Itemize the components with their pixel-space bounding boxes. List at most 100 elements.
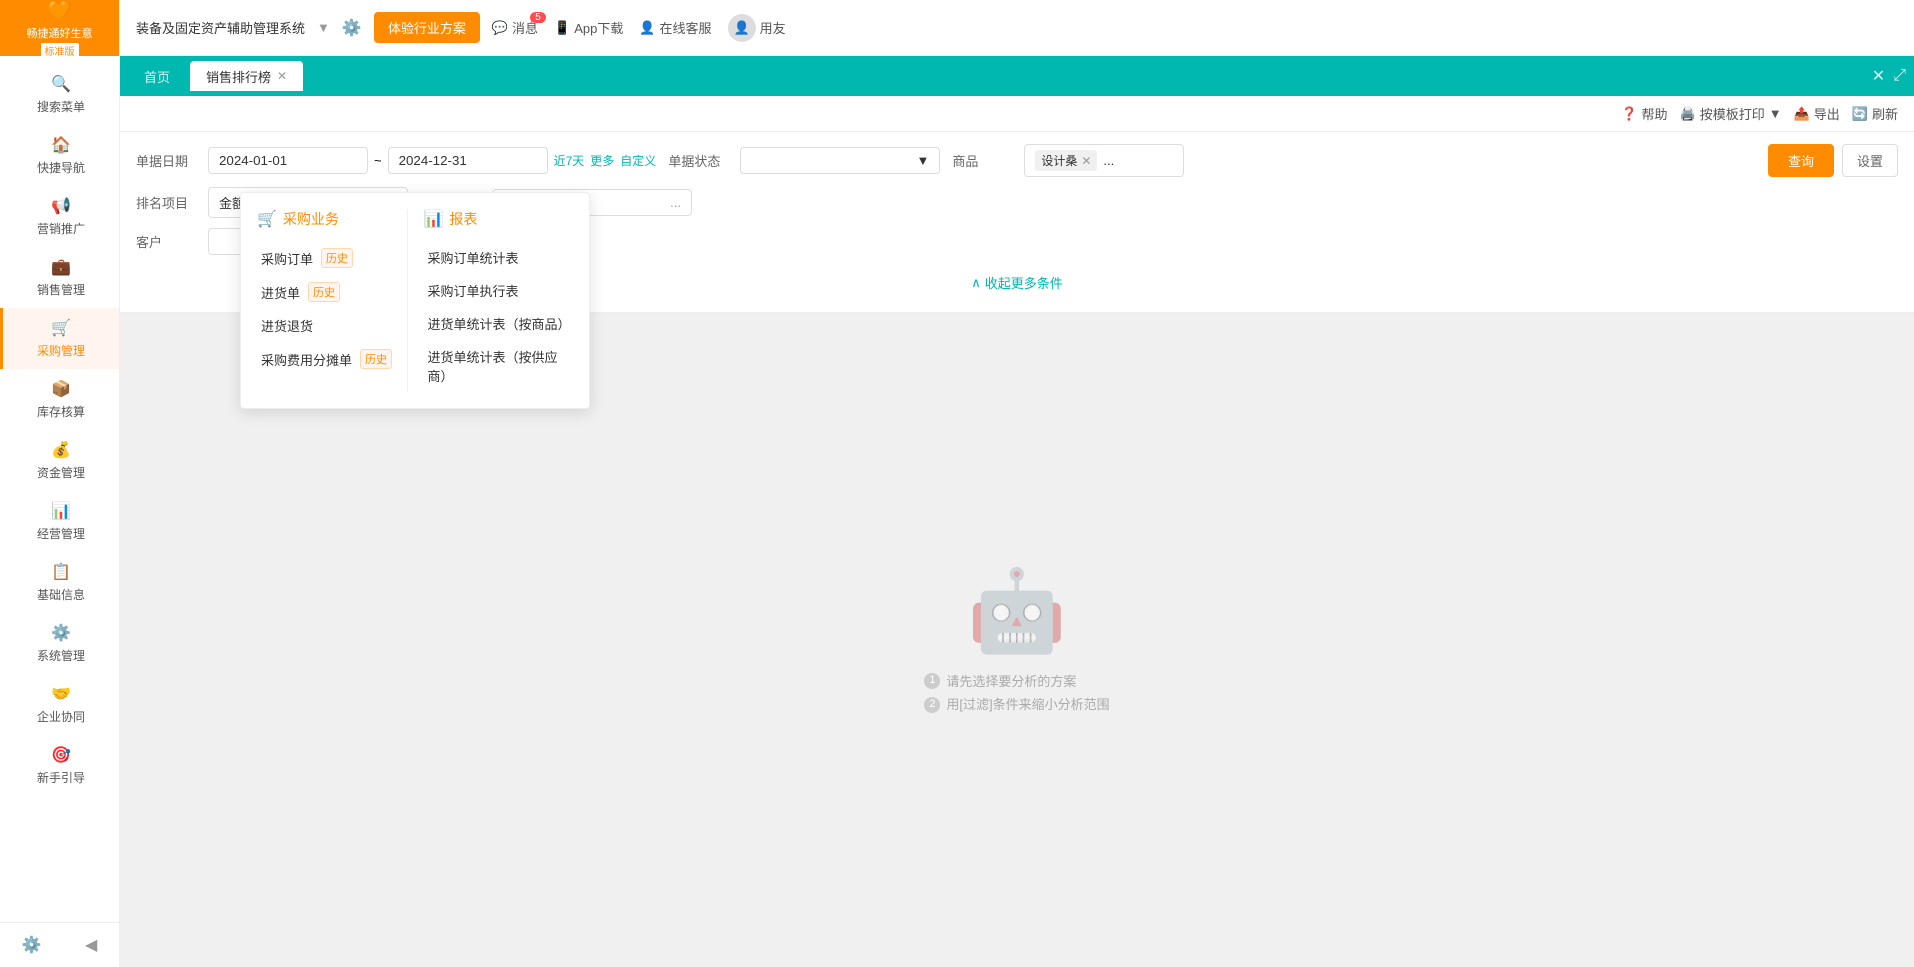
date-to-input[interactable] (388, 147, 548, 174)
guide-icon: 🎯 (51, 745, 71, 765)
tab-close-window-btn[interactable]: ✕ (1872, 66, 1885, 86)
tab-home-label: 首页 (144, 67, 170, 86)
notification-count: 5 (530, 12, 546, 23)
search-icon: 🔍 (51, 74, 71, 94)
rank-label: 排名项目 (136, 193, 196, 212)
industry-solution-btn[interactable]: 体验行业方案 (374, 12, 480, 43)
chevron-down-icon: ▼ (916, 153, 929, 168)
sidebar-label-inventory: 库存核算 (37, 403, 85, 420)
customer-label: 客户 (136, 232, 196, 251)
sidebar-item-sales[interactable]: 💼 销售管理 (0, 247, 119, 308)
empty-illustration: 🤖 (967, 564, 1067, 658)
online-service-btn[interactable]: 👤 在线客服 (639, 18, 711, 37)
shortcut-custom[interactable]: 自定义 (620, 152, 656, 169)
shortcut-more[interactable]: 更多 (590, 152, 614, 169)
filter-actions: 查询 设置 (1768, 144, 1898, 177)
tab-close-btn[interactable]: ✕ (277, 69, 287, 83)
report-title: 报表 (449, 209, 477, 229)
menu-purchase-order[interactable]: 采购订单 历史 (257, 241, 407, 275)
sidebar-item-finance[interactable]: 💰 资金管理 (0, 430, 119, 491)
goods-more-icon[interactable]: ... (1103, 153, 1114, 168)
notification-btn[interactable]: 💬 消息 5 (492, 18, 538, 37)
order-stats-label: 采购订单统计表 (428, 248, 519, 267)
tab-sales-ranking[interactable]: 销售排行榜 ✕ (190, 61, 303, 91)
help-btn[interactable]: ❓ 帮助 (1621, 104, 1667, 123)
message-icon: 💬 (492, 20, 508, 36)
goods-tag-remove[interactable]: ✕ (1081, 154, 1091, 168)
query-btn[interactable]: 查询 (1768, 144, 1834, 177)
report-header: 📊 报表 (424, 209, 574, 229)
sidebar-label-enterprise: 企业协同 (37, 708, 85, 725)
sidebar-item-system[interactable]: ⚙️ 系统管理 (0, 613, 119, 674)
tabbar: 首页 销售排行榜 ✕ ✕ ⤢ (120, 56, 1914, 96)
menu-receive-stats-supplier[interactable]: 进货单统计表（按供应商） (424, 340, 574, 392)
topbar-right: 💬 消息 5 📱 App下载 👤 在线客服 👤 用友 (492, 14, 786, 42)
empty-tip-2: 2 用[过滤]条件来缩小分析范围 (924, 693, 1109, 716)
dropdown-columns: 🛒 采购业务 采购订单 历史 进货单 历史 进货退货 (257, 209, 573, 392)
export-btn[interactable]: 📤 导出 (1794, 104, 1840, 123)
receive-stats-goods-label: 进货单统计表（按商品） (428, 314, 570, 333)
shortcut-7days[interactable]: 近7天 (554, 152, 585, 169)
collapse-filter-btn[interactable]: ∧ 收起更多条件 (971, 273, 1063, 292)
sidebar-label-marketing: 营销推广 (37, 220, 85, 237)
menu-order-execute[interactable]: 采购订单执行表 (424, 274, 574, 307)
menu-receive-goods[interactable]: 进货单 历史 (257, 275, 407, 309)
app-download-btn[interactable]: 📱 App下载 (554, 18, 623, 37)
salesperson-more[interactable]: ... (670, 195, 681, 210)
sidebar-footer: ⚙️ ◀ (0, 922, 119, 967)
tab-expand-btn[interactable]: ⤢ (1893, 67, 1906, 85)
date-from-input[interactable] (208, 147, 368, 174)
purchase-order-label: 采购订单 (261, 249, 313, 268)
collapse-icon: ∧ (971, 275, 981, 291)
username-label: 用友 (760, 18, 786, 37)
sidebar-nav: 🔍 搜索菜单 🏠 快捷导航 📢 营销推广 💼 销售管理 🛒 采购管理 📦 库存核… (0, 56, 119, 922)
help-icon: ❓ (1621, 106, 1637, 122)
user-menu-btn[interactable]: 👤 用友 (728, 14, 786, 42)
sales-icon: 💼 (51, 257, 71, 277)
sidebar-item-guide[interactable]: 🎯 新手引导 (0, 735, 119, 796)
sidebar-item-purchase[interactable]: 🛒 采购管理 (0, 308, 119, 369)
sidebar-label-quick-nav: 快捷导航 (37, 159, 85, 176)
setting-btn[interactable]: 设置 (1842, 144, 1898, 177)
export-icon: 📤 (1794, 106, 1810, 122)
settings-icon[interactable]: ⚙️ (342, 18, 362, 38)
goods-tag: 设计桑 ✕ (1035, 150, 1097, 171)
receive-goods-label: 进货单 (261, 283, 300, 302)
sidebar-item-enterprise[interactable]: 🤝 企业协同 (0, 674, 119, 735)
refresh-btn[interactable]: 🔄 刷新 (1852, 104, 1898, 123)
main-content: 装备及固定资产辅助管理系统 ▼ ⚙️ 体验行业方案 💬 消息 5 📱 App下载… (120, 0, 1914, 967)
goods-label: 商品 (952, 151, 1012, 170)
menu-order-stats[interactable]: 采购订单统计表 (424, 241, 574, 274)
settings-footer-btn[interactable]: ⚙️ (22, 935, 42, 955)
sidebar-item-marketing[interactable]: 📢 营销推广 (0, 186, 119, 247)
app-name: 畅捷通好生意 (27, 25, 93, 41)
refresh-icon: 🔄 (1852, 106, 1868, 122)
menu-return-goods[interactable]: 进货退货 (257, 309, 407, 342)
print-dropdown-icon: ▼ (1769, 106, 1782, 121)
menu-receive-stats-goods[interactable]: 进货单统计表（按商品） (424, 307, 574, 340)
collapse-sidebar-btn[interactable]: ◀ (85, 935, 97, 955)
status-select[interactable]: ▼ (740, 147, 940, 174)
print-btn[interactable]: 🖨️ 按模板打印 ▼ (1680, 104, 1782, 123)
goods-select[interactable]: 设计桑 ✕ ... (1024, 144, 1184, 177)
service-icon: 👤 (639, 20, 655, 36)
home-icon: 🏠 (51, 135, 71, 155)
sidebar-item-search[interactable]: 🔍 搜索菜单 (0, 64, 119, 125)
content-area: ❓ 帮助 🖨️ 按模板打印 ▼ 📤 导出 🔄 刷新 单据日期 (120, 96, 1914, 967)
sidebar-item-inventory[interactable]: 📦 库存核算 (0, 369, 119, 430)
sidebar-item-operations[interactable]: 📊 经营管理 (0, 491, 119, 552)
sidebar-label-operations: 经营管理 (37, 525, 85, 542)
tab-sales-ranking-label: 销售排行榜 (206, 67, 271, 86)
purchase-icon: 🛒 (51, 318, 71, 338)
date-label: 单据日期 (136, 151, 196, 170)
tab-home[interactable]: 首页 (128, 61, 186, 91)
sidebar-item-quick-nav[interactable]: 🏠 快捷导航 (0, 125, 119, 186)
system-dropdown-btn[interactable]: ▼ (317, 20, 330, 35)
refresh-label: 刷新 (1872, 104, 1898, 123)
sidebar-item-basic-info[interactable]: 📋 基础信息 (0, 552, 119, 613)
purchase-expense-history-tag: 历史 (360, 349, 392, 369)
app-download-label: App下载 (574, 18, 623, 37)
menu-purchase-expense[interactable]: 采购费用分摊单 历史 (257, 342, 407, 376)
empty-state: 🤖 1 请先选择要分析的方案 2 用[过滤]条件来缩小分析范围 (120, 313, 1914, 967)
print-label: 按模板打印 (1700, 104, 1765, 123)
